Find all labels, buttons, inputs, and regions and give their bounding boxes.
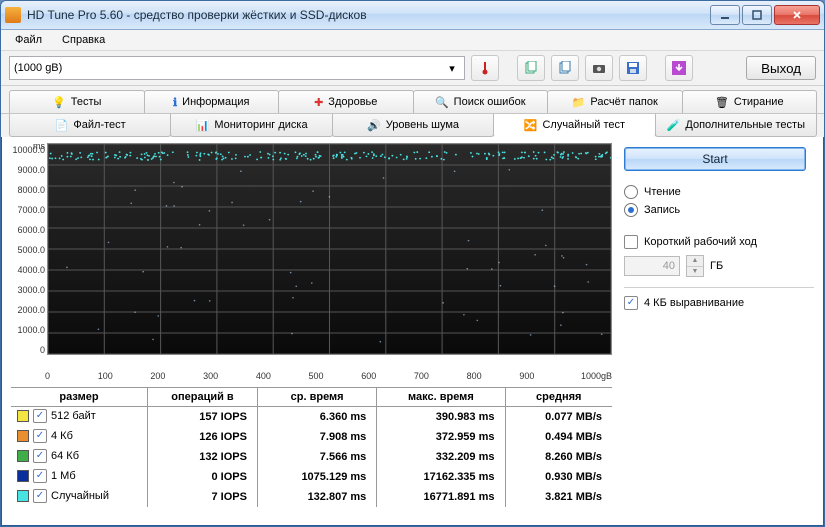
checkbox-icon — [624, 296, 638, 310]
radio-icon — [624, 203, 638, 217]
drive-select[interactable]: (1000 gB) ▾ — [9, 56, 465, 80]
extra-icon: 🧪 — [667, 119, 681, 132]
speaker-icon: 🔊 — [367, 119, 381, 132]
drive-select-value: (1000 gB) — [14, 62, 62, 74]
minimize-button[interactable] — [710, 5, 740, 25]
table-row: 4 Кб126 IOPS7.908 ms372.959 ms0.494 MB/s — [11, 427, 612, 447]
checkbox-short[interactable]: Короткий рабочий ход — [624, 235, 814, 249]
tab-random[interactable]: 🔀Случайный тест — [493, 114, 655, 137]
tab-tests[interactable]: 💡Тесты — [9, 90, 145, 113]
toolbar: (1000 gB) ▾ Выход — [1, 51, 824, 86]
tab-erase[interactable]: 🗑Стирание — [682, 90, 818, 113]
trash-icon: 🗑 — [715, 96, 729, 109]
row-checkbox[interactable] — [33, 449, 47, 463]
checkbox-4k-align[interactable]: 4 КБ выравнивание — [624, 296, 814, 310]
row-checkbox[interactable] — [33, 489, 47, 503]
table-row: 64 Кб132 IOPS7.566 ms332.209 ms8.260 MB/… — [11, 447, 612, 467]
temperature-icon[interactable] — [471, 55, 499, 81]
tab-info[interactable]: ℹИнформация — [144, 90, 280, 113]
radio-write[interactable]: Запись — [624, 203, 814, 217]
capacity-stepper: ▲▼ — [686, 255, 704, 277]
tabs-secondary: 📄Файл-тест 📊Мониторинг диска 🔊Уровень шу… — [1, 114, 824, 137]
checkbox-icon — [624, 235, 638, 249]
tab-filetest[interactable]: 📄Файл-тест — [9, 114, 171, 137]
table-row: Случайный7 IOPS132.807 ms16771.891 ms3.8… — [11, 487, 612, 507]
down-arrow-icon[interactable] — [665, 55, 693, 81]
tabs-primary: 💡Тесты ℹИнформация ✚Здоровье 🔍Поиск ошиб… — [1, 86, 824, 114]
table-row: 1 Мб0 IOPS1075.129 ms17162.335 ms0.930 M… — [11, 467, 612, 487]
menu-help[interactable]: Справка — [54, 32, 113, 48]
tab-extra[interactable]: 🧪Дополнительные тесты — [655, 114, 817, 137]
search-icon: 🔍 — [435, 96, 449, 109]
screenshot-icon[interactable] — [585, 55, 613, 81]
app-icon — [5, 7, 21, 23]
start-button[interactable]: Start — [624, 147, 806, 171]
results-table: размер операций в ср. время макс. время … — [11, 387, 612, 507]
tab-errorscan[interactable]: 🔍Поиск ошибок — [413, 90, 549, 113]
save-icon[interactable] — [619, 55, 647, 81]
maximize-button[interactable] — [742, 5, 772, 25]
close-button[interactable] — [774, 5, 820, 25]
window-title: HD Tune Pro 5.60 - средство проверки жёс… — [27, 8, 710, 22]
copy-text-icon[interactable] — [517, 55, 545, 81]
bulb-icon: 💡 — [52, 96, 66, 109]
titlebar: HD Tune Pro 5.60 - средство проверки жёс… — [1, 1, 824, 30]
chevron-down-icon: ▾ — [444, 60, 460, 76]
tab-noise[interactable]: 🔊Уровень шума — [332, 114, 494, 137]
radio-read[interactable]: Чтение — [624, 185, 814, 199]
app-window: HD Tune Pro 5.60 - средство проверки жёс… — [0, 0, 825, 527]
latency-chart: ms10000.09000.08000.07000.06000.05000.04… — [11, 143, 612, 369]
capacity-input — [624, 256, 680, 276]
copy-list-icon[interactable] — [551, 55, 579, 81]
tab-folder[interactable]: 📁Расчёт папок — [547, 90, 683, 113]
row-checkbox[interactable] — [33, 429, 47, 443]
monitor-icon: 📊 — [196, 119, 210, 132]
radio-icon — [624, 185, 638, 199]
random-icon: 🔀 — [524, 119, 538, 132]
menu-file[interactable]: Файл — [7, 32, 50, 48]
folder-icon: 📁 — [572, 96, 586, 109]
row-checkbox[interactable] — [33, 409, 47, 423]
info-icon: ℹ — [173, 96, 177, 109]
menubar: Файл Справка — [1, 30, 824, 51]
health-icon: ✚ — [314, 96, 323, 109]
table-row: 512 байт157 IOPS6.360 ms390.983 ms0.077 … — [11, 407, 612, 428]
tab-diskmon[interactable]: 📊Мониторинг диска — [170, 114, 332, 137]
tab-health[interactable]: ✚Здоровье — [278, 90, 414, 113]
exit-button[interactable]: Выход — [746, 56, 816, 80]
file-icon: 📄 — [55, 119, 69, 132]
row-checkbox[interactable] — [33, 469, 47, 483]
